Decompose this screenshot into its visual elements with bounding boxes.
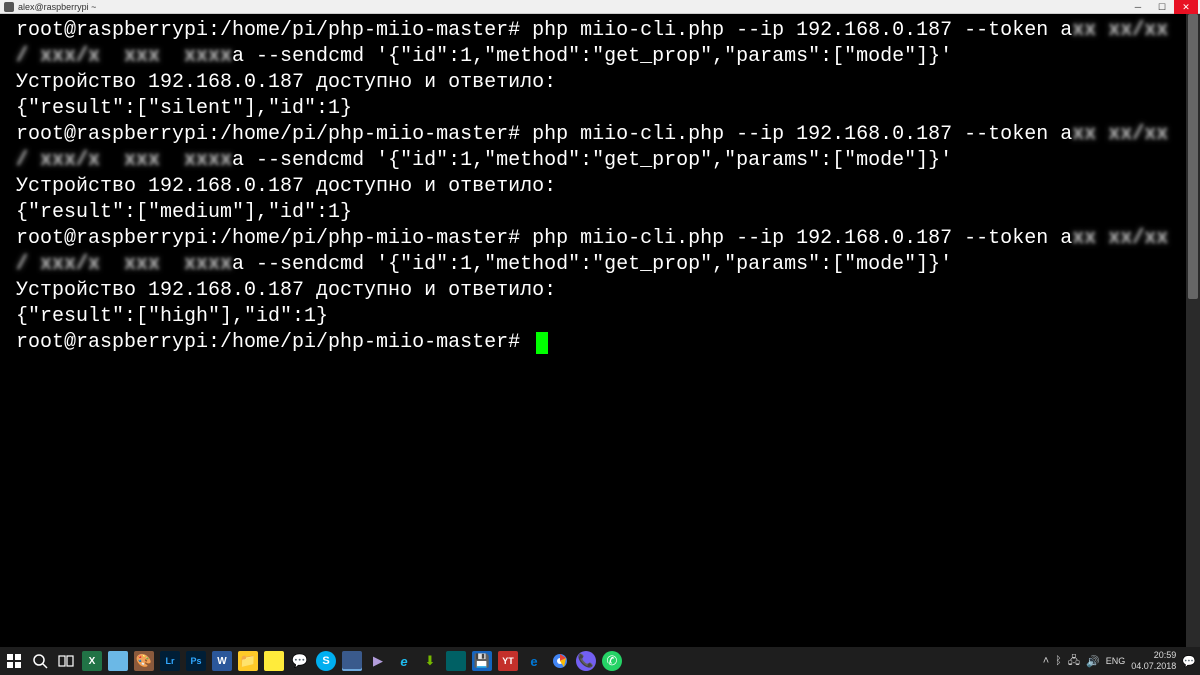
explorer-icon[interactable]: 📁 bbox=[238, 651, 258, 671]
excel-icon[interactable]: X bbox=[82, 651, 102, 671]
save-icon[interactable]: 💾 bbox=[472, 651, 492, 671]
cmd2-b: a --sendcmd '{"id":1,"method":"get_prop"… bbox=[232, 149, 952, 172]
tray-lang[interactable]: ENG bbox=[1106, 656, 1126, 666]
vm-icon[interactable] bbox=[446, 651, 466, 671]
system-tray: ˄ ᛒ 🖧 🔊 ENG 20:59 04.07.2018 💬 bbox=[1043, 647, 1196, 675]
bluetooth-icon[interactable]: ᛒ bbox=[1055, 655, 1062, 667]
lightroom-icon[interactable]: Lr bbox=[160, 651, 180, 671]
window-title: alex@raspberrypi ~ bbox=[18, 2, 96, 12]
volume-icon[interactable]: 🔊 bbox=[1086, 655, 1100, 668]
tray-clock[interactable]: 20:59 04.07.2018 bbox=[1131, 650, 1176, 672]
prompt-4: root@raspberrypi:/home/pi/php-miio-maste… bbox=[16, 331, 520, 354]
terminal-viewport[interactable]: root@raspberrypi:/home/pi/php-miio-maste… bbox=[0, 14, 1200, 647]
window-controls: ─ ☐ ✕ bbox=[1126, 0, 1198, 14]
cmd2-a: php miio-cli.php --ip 192.168.0.187 --to… bbox=[532, 123, 1072, 146]
response-2: Устройство 192.168.0.187 доступно и отве… bbox=[16, 175, 556, 198]
response-1: Устройство 192.168.0.187 доступно и отве… bbox=[16, 71, 556, 94]
network-icon[interactable]: 🖧 bbox=[1068, 652, 1080, 671]
tray-time: 20:59 bbox=[1131, 650, 1176, 661]
viber-icon[interactable]: 📞 bbox=[576, 651, 596, 671]
window-titlebar: alex@raspberrypi ~ ─ ☐ ✕ bbox=[0, 0, 1200, 14]
messenger-icon[interactable]: 💬 bbox=[290, 651, 310, 671]
scrollbar-thumb[interactable] bbox=[1188, 14, 1198, 299]
youtube-icon[interactable]: YT bbox=[498, 651, 518, 671]
result-3: {"result":["high"],"id":1} bbox=[16, 305, 328, 328]
utorrent-icon[interactable]: ⬇ bbox=[420, 651, 440, 671]
ie-icon[interactable]: e bbox=[394, 651, 414, 671]
prompt-3: root@raspberrypi:/home/pi/php-miio-maste… bbox=[16, 227, 520, 250]
tray-chevron-up-icon[interactable]: ˄ bbox=[1043, 655, 1049, 667]
start-button[interactable] bbox=[4, 651, 24, 671]
close-button[interactable]: ✕ bbox=[1174, 0, 1198, 14]
result-2: {"result":["medium"],"id":1} bbox=[16, 201, 352, 224]
prompt-2: root@raspberrypi:/home/pi/php-miio-maste… bbox=[16, 123, 520, 146]
media-icon[interactable]: ▶ bbox=[368, 651, 388, 671]
windows-taskbar: X 🎨 Lr Ps W 📁 💬 S ▶ e ⬇ 💾 YT e 📞 ✆ ˄ ᛒ 🖧… bbox=[0, 647, 1200, 675]
prompt-1: root@raspberrypi:/home/pi/php-miio-maste… bbox=[16, 19, 520, 42]
notifications-icon[interactable]: 💬 bbox=[1182, 655, 1196, 668]
putty-icon bbox=[4, 2, 14, 12]
cmd3-b: a --sendcmd '{"id":1,"method":"get_prop"… bbox=[232, 253, 952, 276]
minimize-button[interactable]: ─ bbox=[1126, 0, 1150, 14]
response-3: Устройство 192.168.0.187 доступно и отве… bbox=[16, 279, 556, 302]
cmd1-a: php miio-cli.php --ip 192.168.0.187 --to… bbox=[532, 19, 1072, 42]
paint-icon[interactable]: 🎨 bbox=[134, 651, 154, 671]
notepad-icon[interactable] bbox=[108, 651, 128, 671]
photoshop-icon[interactable]: Ps bbox=[186, 651, 206, 671]
stickynotes-icon[interactable] bbox=[264, 651, 284, 671]
putty-taskbar-icon[interactable] bbox=[342, 651, 362, 671]
terminal-cursor bbox=[536, 332, 548, 354]
maximize-button[interactable]: ☐ bbox=[1150, 0, 1174, 14]
result-1: {"result":["silent"],"id":1} bbox=[16, 97, 352, 120]
search-icon[interactable] bbox=[30, 651, 50, 671]
taskview-icon[interactable] bbox=[56, 651, 76, 671]
skype-icon[interactable]: S bbox=[316, 651, 336, 671]
tray-date: 04.07.2018 bbox=[1131, 661, 1176, 672]
chrome-icon[interactable] bbox=[550, 651, 570, 671]
whatsapp-icon[interactable]: ✆ bbox=[602, 651, 622, 671]
cmd3-a: php miio-cli.php --ip 192.168.0.187 --to… bbox=[532, 227, 1072, 250]
cmd1-b: a --sendcmd '{"id":1,"method":"get_prop"… bbox=[232, 45, 952, 68]
edge-icon[interactable]: e bbox=[524, 651, 544, 671]
word-icon[interactable]: W bbox=[212, 651, 232, 671]
terminal-scrollbar[interactable] bbox=[1186, 14, 1200, 647]
